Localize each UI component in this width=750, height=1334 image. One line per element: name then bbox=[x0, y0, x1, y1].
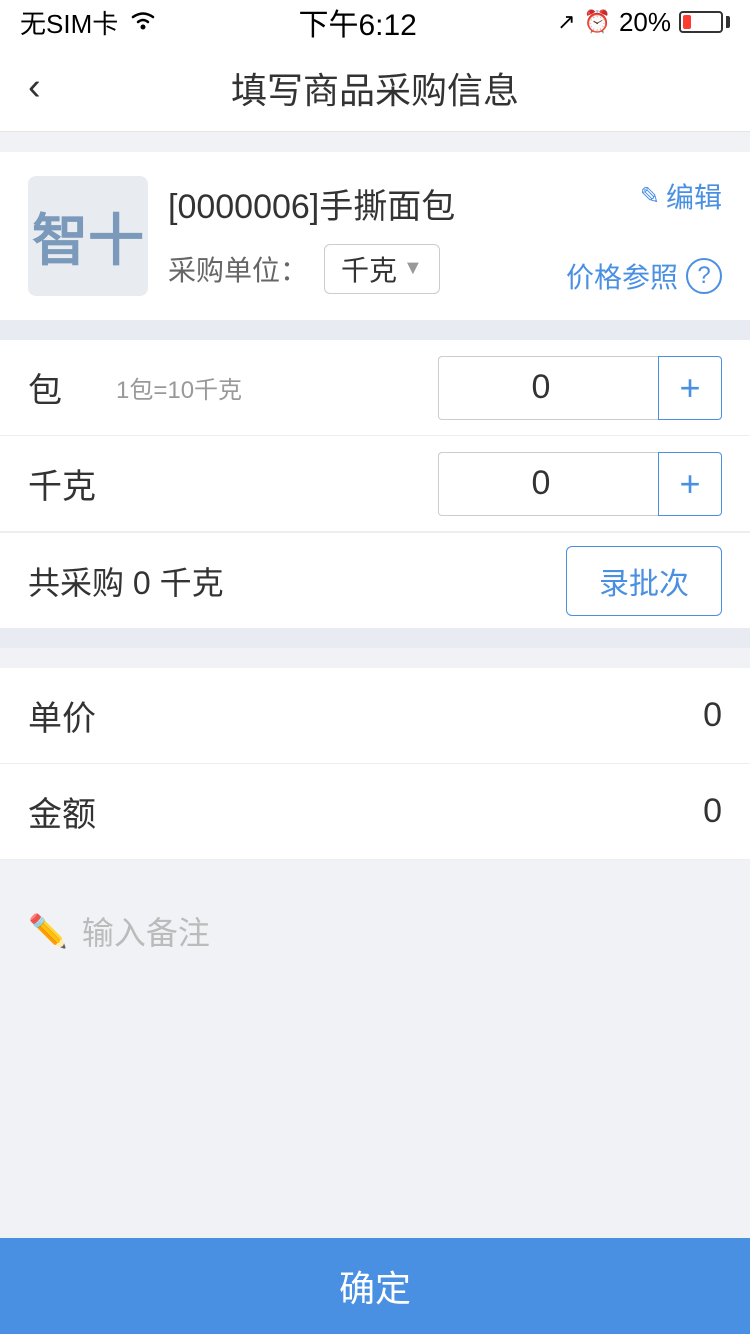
unit-select[interactable]: 千克 ▼ bbox=[324, 244, 440, 294]
back-button[interactable]: ‹ bbox=[28, 66, 41, 109]
price-ref-button[interactable]: 价格参照 ? bbox=[566, 256, 722, 296]
price-ref-label: 价格参照 bbox=[566, 256, 678, 296]
qty-input-wrap-kg: + bbox=[438, 452, 722, 516]
product-logo: 智十 bbox=[32, 196, 144, 277]
total-unit: 千克 bbox=[160, 565, 224, 601]
total-text: 共采购 0 千克 bbox=[28, 558, 224, 604]
status-left: 无SIM卡 bbox=[20, 4, 158, 41]
quantity-section: 包 1包=10千克 + 千克 + 共采购 0 千克 录批次 bbox=[0, 340, 750, 628]
alarm-icon: ⏰ bbox=[584, 9, 611, 35]
quantity-row-kg: 千克 + bbox=[0, 436, 750, 532]
location-icon: ↗ bbox=[557, 9, 575, 35]
product-card: 智十 [0000006]手撕面包 采购单位： 千克 ▼ ✎ 编辑 价格参照 ? bbox=[0, 152, 750, 320]
notes-section[interactable]: ✏️ 输入备注 bbox=[0, 880, 750, 1280]
section-divider-2 bbox=[0, 628, 750, 648]
qty-plus-bao[interactable]: + bbox=[658, 356, 722, 420]
qty-label-bao: 包 bbox=[28, 363, 108, 412]
battery-percentage: 20% bbox=[619, 7, 671, 38]
price-row-amount: 金额 0 bbox=[0, 764, 750, 860]
unit-label: 采购单位： bbox=[168, 249, 308, 289]
status-time: 下午6:12 bbox=[298, 0, 416, 44]
wifi-icon bbox=[128, 7, 158, 38]
qty-label-kg: 千克 bbox=[28, 459, 108, 508]
nav-bar: ‹ 填写商品采购信息 bbox=[0, 44, 750, 132]
total-row: 共采购 0 千克 录批次 bbox=[0, 532, 750, 628]
amount-value: 0 bbox=[703, 792, 722, 831]
carrier-text: 无SIM卡 bbox=[20, 4, 118, 41]
qty-input-bao[interactable] bbox=[438, 356, 658, 420]
total-prefix: 共采购 bbox=[28, 565, 124, 601]
page-title: 填写商品采购信息 bbox=[231, 62, 519, 114]
status-right: ↗ ⏰ 20% bbox=[557, 7, 730, 38]
edit-button[interactable]: ✎ 编辑 bbox=[640, 176, 722, 216]
pencil-icon: ✏️ bbox=[28, 912, 68, 950]
unit-price-label: 单价 bbox=[28, 691, 96, 740]
quantity-row-bao: 包 1包=10千克 + bbox=[0, 340, 750, 436]
status-bar: 无SIM卡 下午6:12 ↗ ⏰ 20% bbox=[0, 0, 750, 44]
plus-icon-bao: + bbox=[679, 367, 700, 409]
price-row-unitprice: 单价 0 bbox=[0, 668, 750, 764]
price-section: 单价 0 金额 0 bbox=[0, 668, 750, 860]
qty-plus-kg[interactable]: + bbox=[658, 452, 722, 516]
edit-icon: ✎ bbox=[640, 182, 660, 211]
notes-placeholder: 输入备注 bbox=[82, 908, 210, 954]
confirm-button[interactable]: 确定 bbox=[0, 1238, 750, 1334]
unit-price-value: 0 bbox=[703, 696, 722, 735]
section-divider-1 bbox=[0, 320, 750, 340]
battery-icon bbox=[679, 11, 730, 33]
product-image: 智十 bbox=[28, 176, 148, 296]
qty-sublabel-bao: 1包=10千克 bbox=[116, 370, 242, 405]
qty-input-kg[interactable] bbox=[438, 452, 658, 516]
edit-label: 编辑 bbox=[666, 176, 722, 216]
amount-label: 金额 bbox=[28, 787, 96, 836]
total-amount: 0 bbox=[133, 565, 151, 601]
chevron-down-icon: ▼ bbox=[403, 257, 423, 280]
unit-value: 千克 bbox=[341, 249, 397, 289]
plus-icon-kg: + bbox=[679, 463, 700, 505]
batch-button[interactable]: 录批次 bbox=[566, 546, 722, 616]
qty-input-wrap-bao: + bbox=[438, 356, 722, 420]
help-icon: ? bbox=[686, 258, 722, 294]
